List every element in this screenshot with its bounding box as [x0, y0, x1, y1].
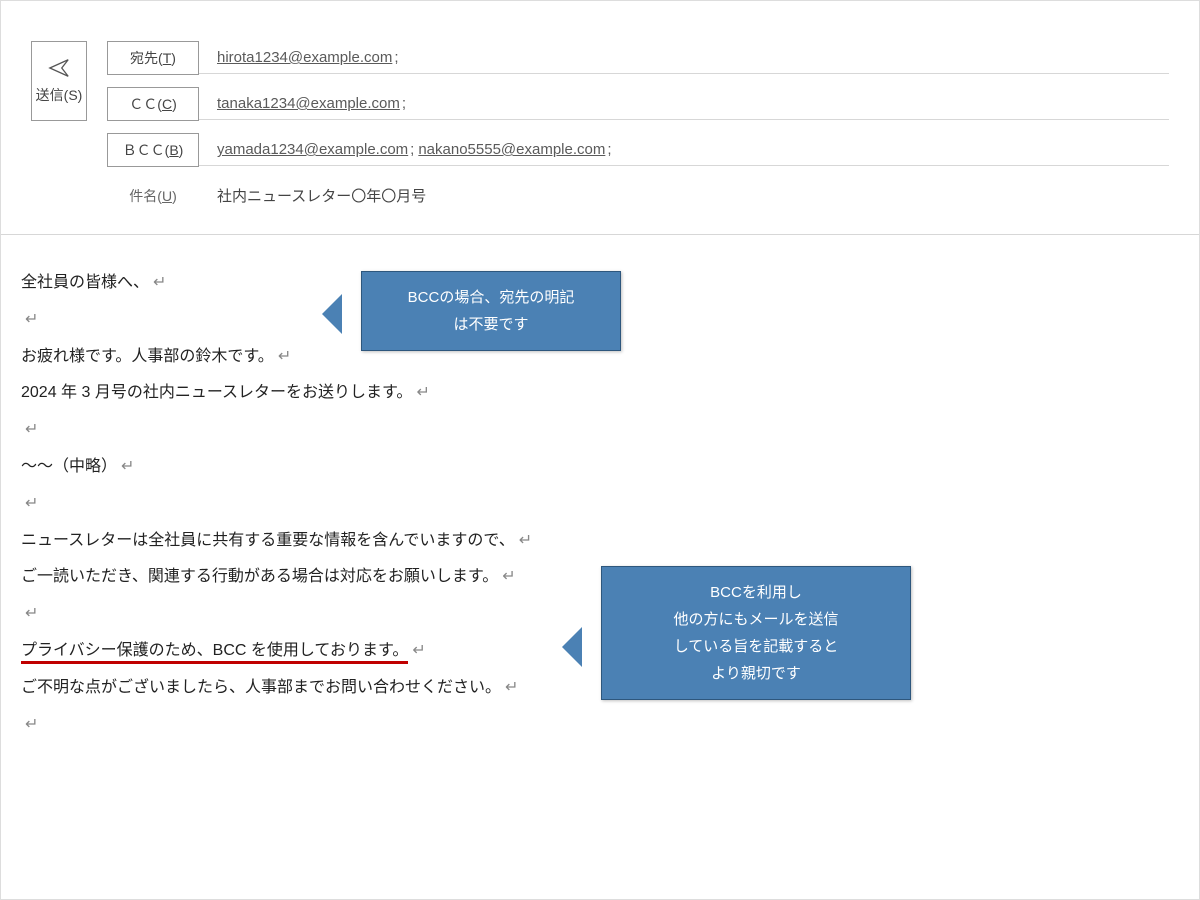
to-row: 宛先(T) hirota1234@example.com;: [107, 41, 1169, 75]
body-line: ご不明な点がございましたら、人事部までお問い合わせください。↵: [21, 670, 1179, 707]
bcc-label-key: B: [169, 142, 178, 158]
body-line: ～～（中略）↵: [21, 449, 1179, 486]
return-mark-icon: ↵: [25, 421, 38, 438]
recipient-chip[interactable]: tanaka1234@example.com: [217, 95, 400, 112]
body-line: ご一読いただき、関連する行動がある場合は対応をお願いします。↵: [21, 559, 1179, 596]
cc-label-key: C: [162, 96, 172, 112]
return-mark-icon: ↵: [519, 532, 532, 549]
subject-field[interactable]: 社内ニュースレター〇年〇月号: [199, 179, 1169, 212]
return-mark-icon: ↵: [25, 495, 38, 512]
bcc-row: ＢＣＣ(B) yamada1234@example.com; nakano555…: [107, 133, 1169, 167]
subject-label-pre: 件名(: [129, 186, 162, 206]
return-mark-icon: ↵: [121, 458, 134, 475]
subject-label-post: ): [172, 188, 177, 204]
callout-bcc-notice: BCCを利用し他の方にもメールを送信している旨を記載するとより親切です: [601, 566, 911, 700]
recipient-separator: ;: [607, 141, 611, 158]
subject-value: 社内ニュースレター〇年〇月号: [217, 185, 426, 206]
cc-label-pre: ＣＣ(: [129, 94, 162, 114]
body-line: ↵: [21, 412, 1179, 449]
body-line: 2024 年 3 月号の社内ニュースレターをお送りします。↵: [21, 375, 1179, 412]
to-label-post: ): [171, 50, 176, 66]
cc-field[interactable]: tanaka1234@example.com;: [199, 88, 1169, 120]
return-mark-icon: ↵: [25, 605, 38, 622]
callout-bcc-no-recipient: BCCの場合、宛先の明記は不要です: [361, 271, 621, 351]
bcc-label-post: ): [179, 142, 184, 158]
send-label: 送信(S): [36, 85, 83, 105]
return-mark-icon: ↵: [25, 311, 38, 328]
body-line: ↵: [21, 707, 1179, 744]
recipient-chip[interactable]: hirota1234@example.com: [217, 49, 392, 66]
highlighted-text: プライバシー保護のため、BCC を使用しております。: [21, 642, 408, 664]
to-field[interactable]: hirota1234@example.com;: [199, 42, 1169, 74]
return-mark-icon: ↵: [278, 348, 291, 365]
to-label-key: T: [163, 50, 172, 66]
subject-label-key: U: [162, 188, 172, 204]
return-mark-icon: ↵: [412, 642, 425, 659]
return-mark-icon: ↵: [416, 384, 429, 401]
to-label-button[interactable]: 宛先(T): [107, 41, 199, 75]
return-mark-icon: ↵: [25, 716, 38, 733]
cc-row: ＣＣ(C) tanaka1234@example.com;: [107, 87, 1169, 121]
subject-label: 件名(U): [107, 186, 199, 206]
recipient-separator: ;: [410, 141, 414, 158]
header-fields: 宛先(T) hirota1234@example.com; ＣＣ(C) tana…: [107, 41, 1169, 224]
to-label-pre: 宛先(: [130, 48, 163, 68]
cc-label-button[interactable]: ＣＣ(C): [107, 87, 199, 121]
body-line: ニュースレターは全社員に共有する重要な情報を含んでいますので、↵: [21, 523, 1179, 560]
send-button[interactable]: 送信(S): [31, 41, 87, 121]
compose-header: 送信(S) 宛先(T) hirota1234@example.com; ＣＣ(C…: [1, 1, 1199, 235]
send-icon: [48, 57, 70, 79]
body-line: ↵: [21, 486, 1179, 523]
recipient-chip[interactable]: nakano5555@example.com: [418, 141, 605, 158]
return-mark-icon: ↵: [502, 568, 515, 585]
subject-row: 件名(U) 社内ニュースレター〇年〇月号: [107, 179, 1169, 212]
return-mark-icon: ↵: [505, 679, 518, 696]
cc-label-post: ): [172, 96, 177, 112]
return-mark-icon: ↵: [153, 274, 166, 291]
recipient-separator: ;: [394, 49, 398, 66]
body-line: ↵: [21, 596, 1179, 633]
bcc-field[interactable]: yamada1234@example.com; nakano5555@examp…: [199, 134, 1169, 166]
recipient-chip[interactable]: yamada1234@example.com: [217, 141, 408, 158]
bcc-label-button[interactable]: ＢＣＣ(B): [107, 133, 199, 167]
bcc-label-pre: ＢＣＣ(: [123, 140, 170, 160]
body-line: プライバシー保護のため、BCC を使用しております。↵: [21, 633, 1179, 670]
recipient-separator: ;: [402, 95, 406, 112]
